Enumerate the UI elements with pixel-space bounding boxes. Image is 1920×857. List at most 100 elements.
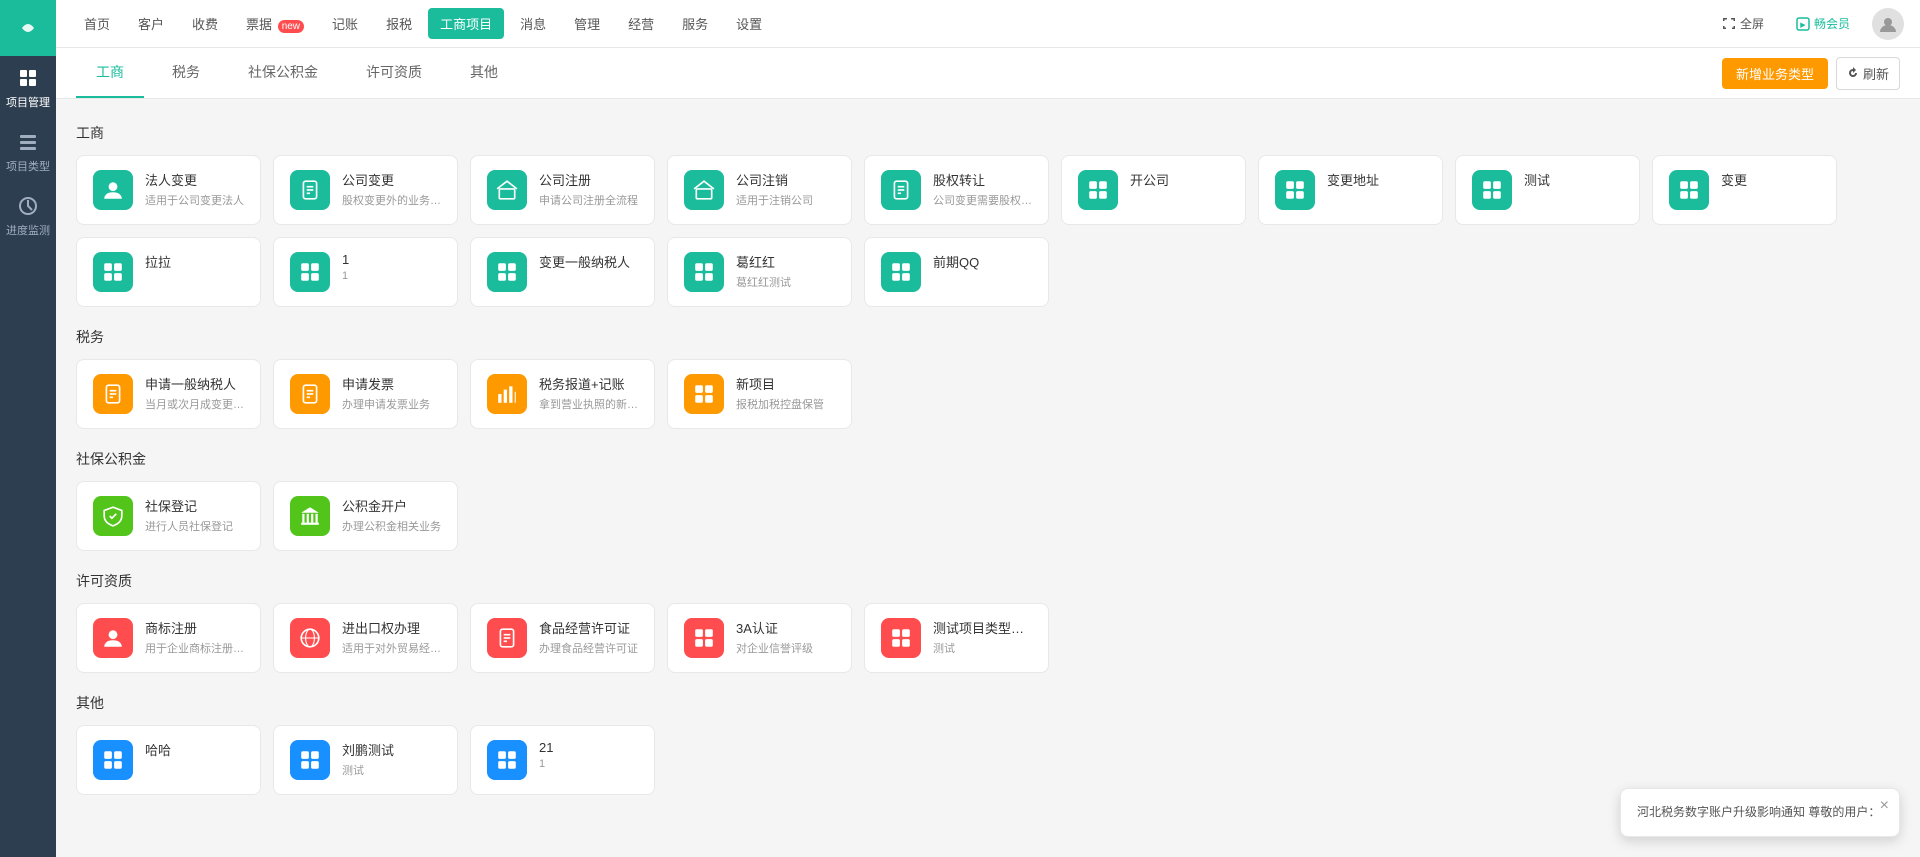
tab-tax[interactable]: 税务: [152, 48, 220, 98]
card-desc-apply-taxpayer: 当月或次月成变更完成: [145, 396, 244, 412]
navbar: 首页 客户 收费 票据 new 记账 报税 工商项目 消息 管理 经营 服务 设…: [56, 0, 1920, 48]
card-haha[interactable]: 哈哈: [76, 725, 261, 795]
notification-close[interactable]: ×: [1880, 797, 1889, 815]
card-food-permit[interactable]: 食品经营许可证 办理食品经营许可证: [470, 603, 655, 673]
card-icon-food-permit: [487, 618, 527, 658]
cards-grid-social: 社保登记 进行人员社保登记 公积金开户 办理公积金相关业务: [76, 481, 1900, 551]
content-area: 工商 法人变更 适用于公司变更法人 公司变更 股权变更外的业务变更: [56, 99, 1920, 831]
card-lala[interactable]: 拉拉: [76, 237, 261, 307]
card-open-company[interactable]: 开公司: [1061, 155, 1246, 225]
new-type-button[interactable]: 新增业务类型: [1722, 58, 1828, 89]
card-title-qqfront: 前期QQ: [933, 252, 1032, 271]
card-change-taxpayer[interactable]: 变更一般纳税人: [470, 237, 655, 307]
sidebar-logo[interactable]: [0, 0, 56, 56]
card-equity-transfer[interactable]: 股权转让 公司变更需要股权转让: [864, 155, 1049, 225]
nav-ticket[interactable]: 票据 new: [234, 8, 316, 39]
card-tax-report[interactable]: 税务报道+记账 拿到营业执照的新公司: [470, 359, 655, 429]
cards-grid-industrial: 法人变更 适用于公司变更法人 公司变更 股权变更外的业务变更 公司注册 申请公司…: [76, 155, 1900, 307]
tab-industrial[interactable]: 工商: [76, 48, 144, 98]
card-trademark[interactable]: 商标注册 用于企业商标注册服务: [76, 603, 261, 673]
card-title-test-type: 测试项目类型目定义: [933, 618, 1032, 637]
card-provident-open[interactable]: 公积金开户 办理公积金相关业务: [273, 481, 458, 551]
tab-social[interactable]: 社保公积金: [228, 48, 338, 98]
member-btn[interactable]: ▶ 畅会员: [1786, 11, 1860, 36]
card-title-change-address: 变更地址: [1327, 170, 1426, 189]
card-test[interactable]: 测试: [1455, 155, 1640, 225]
card-icon-trademark: [93, 618, 133, 658]
nav-message[interactable]: 消息: [508, 8, 558, 39]
card-icon-lala: [93, 252, 133, 292]
fullscreen-btn[interactable]: 全屏: [1712, 11, 1774, 36]
sidebar-item-progress-monitor[interactable]: 进度监测: [0, 184, 56, 248]
card-title-apply-taxpayer: 申请一般纳税人: [145, 374, 244, 393]
card-title-test: 测试: [1524, 170, 1623, 189]
section-title-industrial: 工商: [76, 123, 1900, 143]
card-new-project[interactable]: 新项目 报税加税控盘保管: [667, 359, 852, 429]
nav-service[interactable]: 服务: [670, 8, 720, 39]
card-info-trademark: 商标注册 用于企业商标注册服务: [145, 618, 244, 656]
card-desc-equity-transfer: 公司变更需要股权转让: [933, 192, 1032, 208]
nav-settings[interactable]: 设置: [724, 8, 774, 39]
card-icon-3a-cert: [684, 618, 724, 658]
nav-tax[interactable]: 报税: [374, 8, 424, 39]
avatar[interactable]: [1872, 8, 1904, 40]
card-test-type[interactable]: 测试项目类型目定义 测试: [864, 603, 1049, 673]
card-title-provident-open: 公积金开户: [342, 496, 441, 515]
sidebar-item-project-manage[interactable]: 项目管理: [0, 56, 56, 120]
card-social-register[interactable]: 社保登记 进行人员社保登记: [76, 481, 261, 551]
card-title-change-taxpayer: 变更一般纳税人: [539, 252, 638, 271]
card-icon-haha: [93, 740, 133, 780]
card-one[interactable]: 1 1: [273, 237, 458, 307]
card-legal-change[interactable]: 法人变更 适用于公司变更法人: [76, 155, 261, 225]
nav-manage[interactable]: 管理: [562, 8, 612, 39]
nav-billing[interactable]: 收费: [180, 8, 230, 39]
section-title-tax: 税务: [76, 327, 1900, 347]
card-icon-apply-invoice: [290, 374, 330, 414]
card-liupengtest[interactable]: 刘鹏测试 测试: [273, 725, 458, 795]
nav-operation[interactable]: 经营: [616, 8, 666, 39]
card-icon-open-company: [1078, 170, 1118, 210]
nav-industrial[interactable]: 工商项目: [428, 8, 504, 39]
card-apply-invoice[interactable]: 申请发票 办理申请发票业务: [273, 359, 458, 429]
card-title-new-project: 新项目: [736, 374, 835, 393]
card-company-cancel[interactable]: 公司注销 适用于注销公司: [667, 155, 852, 225]
card-3a-cert[interactable]: 3A认证 对企业信誉评级: [667, 603, 852, 673]
nav-home[interactable]: 首页: [72, 8, 122, 39]
card-title-tax-report: 税务报道+记账: [539, 374, 638, 393]
card-info-change: 变更: [1721, 170, 1820, 189]
card-icon-test: [1472, 170, 1512, 210]
card-info-twentyone: 21 1: [539, 740, 638, 770]
card-apply-taxpayer[interactable]: 申请一般纳税人 当月或次月成变更完成: [76, 359, 261, 429]
card-desc-provident-open: 办理公积金相关业务: [342, 518, 441, 534]
refresh-button[interactable]: 刷新: [1836, 57, 1900, 90]
sidebar: 项目管理 项目类型 进度监测: [0, 0, 56, 857]
nav-account[interactable]: 记账: [320, 8, 370, 39]
tab-other[interactable]: 其他: [450, 48, 518, 98]
section-title-other: 其他: [76, 693, 1900, 713]
card-company-register[interactable]: 公司注册 申请公司注册全流程: [470, 155, 655, 225]
card-company-change[interactable]: 公司变更 股权变更外的业务变更: [273, 155, 458, 225]
card-info-change-address: 变更地址: [1327, 170, 1426, 189]
card-icon-change: [1669, 170, 1709, 210]
svg-text:▶: ▶: [1800, 22, 1806, 29]
nav-customer[interactable]: 客户: [126, 8, 176, 39]
notification-text: 河北税务数字账户升级影响通知 尊敬的用户：: [1637, 803, 1883, 822]
card-title-open-company: 开公司: [1130, 170, 1229, 189]
sidebar-item-project-type[interactable]: 项目类型: [0, 120, 56, 184]
tab-permit[interactable]: 许可资质: [346, 48, 442, 98]
card-icon-gehonghong: [684, 252, 724, 292]
card-change[interactable]: 变更: [1652, 155, 1837, 225]
card-icon-tax-report: [487, 374, 527, 414]
card-desc-gehonghong: 葛红红测试: [736, 274, 835, 290]
card-import-export[interactable]: 进出口权办理 适用于对外贸易经营者: [273, 603, 458, 673]
card-info-qqfront: 前期QQ: [933, 252, 1032, 271]
card-desc-legal-change: 适用于公司变更法人: [145, 192, 244, 208]
notification-popup: × 河北税务数字账户升级影响通知 尊敬的用户：: [1620, 788, 1900, 837]
card-gehonghong[interactable]: 葛红红 葛红红测试: [667, 237, 852, 307]
card-qqfront[interactable]: 前期QQ: [864, 237, 1049, 307]
card-icon-change-taxpayer: [487, 252, 527, 292]
card-twentyone[interactable]: 21 1: [470, 725, 655, 795]
cards-grid-permit: 商标注册 用于企业商标注册服务 进出口权办理 适用于对外贸易经营者 食品经营许可…: [76, 603, 1900, 673]
card-title-legal-change: 法人变更: [145, 170, 244, 189]
card-change-address[interactable]: 变更地址: [1258, 155, 1443, 225]
